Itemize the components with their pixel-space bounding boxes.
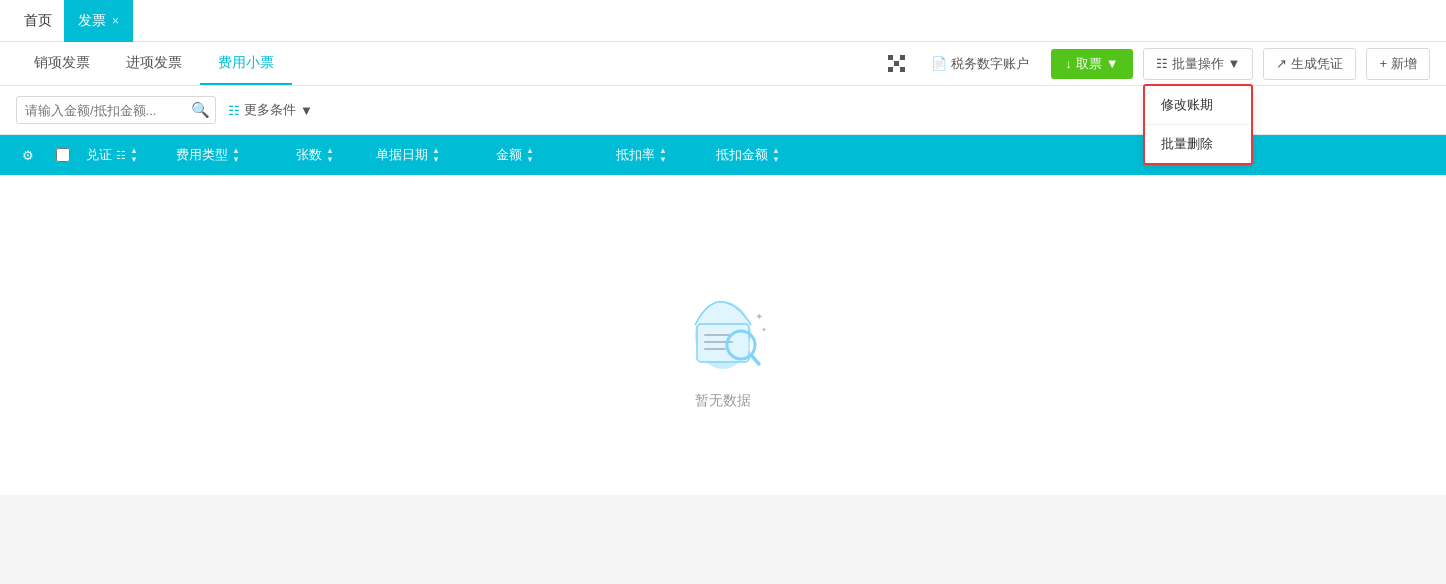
th-deduct-amount[interactable]: 抵扣金额 ▲ ▼: [708, 146, 828, 164]
th-date[interactable]: 单据日期 ▲ ▼: [368, 146, 488, 164]
th-rate[interactable]: 抵扣率 ▲ ▼: [608, 146, 708, 164]
add-icon: +: [1379, 56, 1387, 71]
dropdown-arrow-icon: ▼: [1106, 56, 1119, 71]
th-expense-sort[interactable]: ▲ ▼: [232, 147, 240, 164]
th-voucher[interactable]: 兑证 ☷ ▲ ▼: [78, 146, 168, 164]
action-bar: 📄 税务数字账户 ↓ 取票 ▼ ☷ 批量操作 ▼ 修改账期 批量删除: [884, 48, 1430, 80]
th-voucher-sort[interactable]: ▲ ▼: [130, 147, 138, 164]
tab-input-invoice[interactable]: 进项发票: [108, 42, 200, 85]
tab-sales-invoice[interactable]: 销项发票: [16, 42, 108, 85]
search-input[interactable]: [25, 103, 185, 118]
settings-icon: ⚙: [22, 148, 34, 163]
th-voucher-filter-icon: ☷: [116, 149, 126, 162]
th-settings[interactable]: ⚙: [8, 148, 48, 163]
tax-account-button[interactable]: 📄 税务数字账户: [919, 49, 1041, 79]
empty-svg-icon: ✦ ✦: [673, 280, 773, 380]
svg-text:✦: ✦: [755, 311, 763, 322]
th-count[interactable]: 张数 ▲ ▼: [288, 146, 368, 164]
th-expense-type[interactable]: 费用类型 ▲ ▼: [168, 146, 288, 164]
sub-tabs: 销项发票 进项发票 费用小票: [16, 42, 292, 85]
batch-icon: ☷: [1156, 56, 1168, 71]
th-amount[interactable]: 金额 ▲ ▼: [488, 146, 608, 164]
empty-illustration: ✦ ✦: [673, 280, 773, 380]
select-all-checkbox[interactable]: [56, 148, 70, 162]
tab-expense-receipt[interactable]: 费用小票: [200, 42, 292, 85]
empty-state: ✦ ✦ 暂无数据: [0, 175, 1446, 495]
more-conditions-button[interactable]: ☷ 更多条件 ▼: [228, 101, 313, 119]
search-icon[interactable]: 🔍: [191, 101, 210, 119]
invoice-tab[interactable]: 发票 ×: [64, 0, 133, 42]
tax-account-icon: 📄: [931, 56, 947, 71]
home-tab[interactable]: 首页: [16, 12, 60, 30]
qr-button[interactable]: [884, 51, 909, 76]
th-amount-sort[interactable]: ▲ ▼: [526, 147, 534, 164]
top-nav: 首页 发票 ×: [0, 0, 1446, 42]
more-chevron-icon: ▼: [300, 103, 313, 118]
batch-dropdown-arrow: ▼: [1228, 56, 1241, 71]
th-checkbox[interactable]: [48, 148, 78, 162]
th-rate-sort[interactable]: ▲ ▼: [659, 147, 667, 164]
svg-point-6: [731, 335, 751, 355]
batch-ops-dropdown: 修改账期 批量删除: [1143, 84, 1253, 165]
batch-delete-item[interactable]: 批量删除: [1145, 124, 1251, 163]
svg-line-7: [751, 355, 759, 364]
qr-icon: [888, 55, 905, 72]
svg-text:✦: ✦: [761, 326, 767, 333]
ticket-icon: ↓: [1065, 56, 1072, 71]
th-count-sort[interactable]: ▲ ▼: [326, 147, 334, 164]
modify-period-item[interactable]: 修改账期: [1145, 86, 1251, 124]
empty-text: 暂无数据: [695, 392, 751, 410]
sub-tab-bar: 销项发票 进项发票 费用小票 📄 税务数字账户 ↓ 取票 ▼: [0, 42, 1446, 86]
batch-ops-wrapper: ☷ 批量操作 ▼ 修改账期 批量删除: [1143, 48, 1254, 80]
batch-ops-button[interactable]: ☷ 批量操作 ▼: [1143, 48, 1254, 80]
get-ticket-button[interactable]: ↓ 取票 ▼: [1051, 49, 1132, 79]
th-deduct-sort[interactable]: ▲ ▼: [772, 147, 780, 164]
add-button[interactable]: + 新增: [1366, 48, 1430, 80]
search-box[interactable]: 🔍: [16, 96, 216, 124]
filter-icon: ☷: [228, 103, 240, 118]
invoice-tab-label: 发票: [78, 12, 106, 30]
close-icon[interactable]: ×: [112, 14, 119, 28]
gen-voucher-button[interactable]: ↗ 生成凭证: [1263, 48, 1356, 80]
th-date-sort[interactable]: ▲ ▼: [432, 147, 440, 164]
voucher-icon: ↗: [1276, 56, 1287, 71]
